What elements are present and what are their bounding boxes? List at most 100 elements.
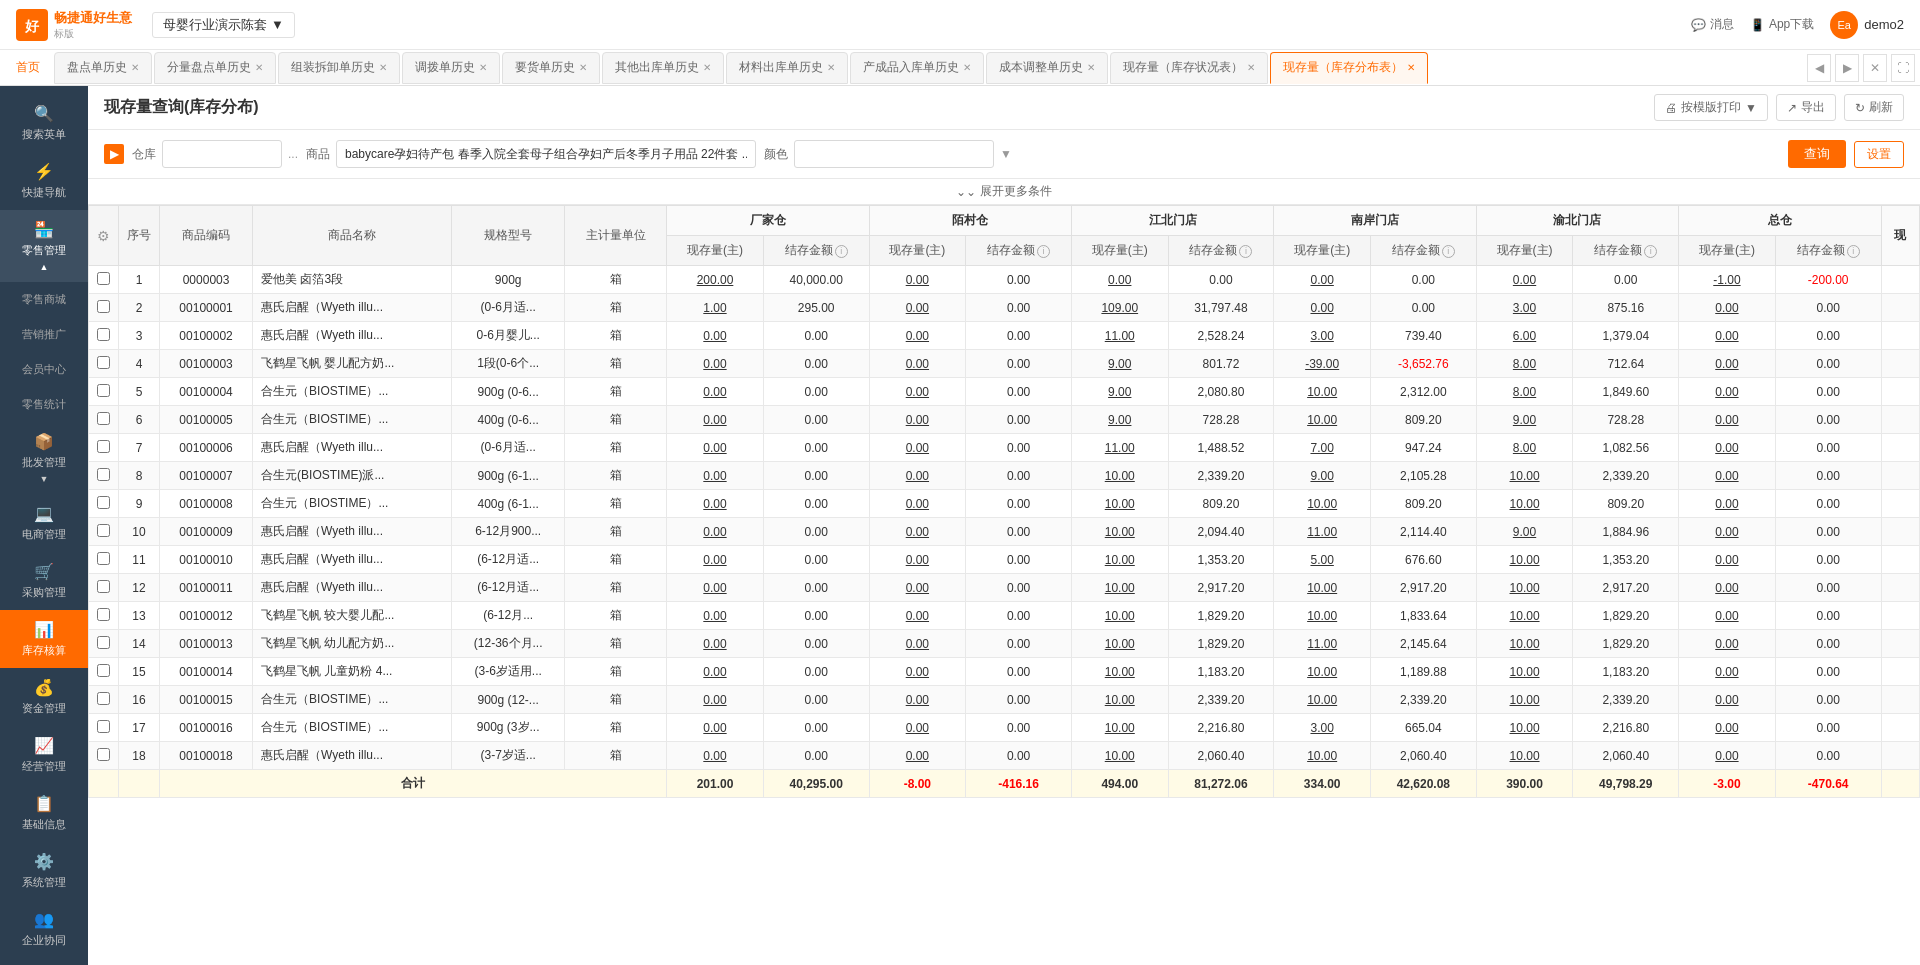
td-nanan-qty[interactable]: 10.00	[1274, 490, 1371, 518]
sidebar-item-finance[interactable]: 💰 资金管理	[0, 668, 88, 726]
info-icon[interactable]: i	[1847, 245, 1860, 258]
close-icon[interactable]: ✕	[579, 62, 587, 73]
td-zong-qty[interactable]: 0.00	[1679, 350, 1776, 378]
td-factory-qty[interactable]: 0.00	[667, 350, 764, 378]
export-btn[interactable]: ↗ 导出	[1776, 94, 1836, 121]
td-nanan-qty[interactable]: 11.00	[1274, 630, 1371, 658]
row-checkbox[interactable]	[97, 552, 110, 565]
td-jiangbei-qty[interactable]: 10.00	[1071, 742, 1168, 770]
td-jiangbei-qty[interactable]: 10.00	[1071, 658, 1168, 686]
row-checkbox[interactable]	[97, 636, 110, 649]
td-factory-qty[interactable]: 0.00	[667, 630, 764, 658]
td-zong-qty[interactable]: 0.00	[1679, 602, 1776, 630]
td-mocun-qty[interactable]: 0.00	[869, 266, 966, 294]
row-checkbox[interactable]	[97, 328, 110, 341]
sidebar-item-guide[interactable]: 🎯 新手引导	[0, 958, 88, 965]
td-nanan-qty[interactable]: 3.00	[1274, 322, 1371, 350]
td-zong-qty[interactable]: 0.00	[1679, 518, 1776, 546]
td-zong-qty[interactable]: 0.00	[1679, 686, 1776, 714]
td-zong-qty[interactable]: 0.00	[1679, 714, 1776, 742]
td-zong-qty[interactable]: -1.00	[1679, 266, 1776, 294]
sidebar-item-collab[interactable]: 👥 企业协同	[0, 900, 88, 958]
tab-panding[interactable]: 盘点单历史 ✕	[54, 52, 152, 84]
td-checkbox[interactable]	[89, 546, 119, 574]
tab-expand-btn[interactable]: ⛶	[1891, 54, 1915, 82]
td-yubei-qty[interactable]: 10.00	[1476, 490, 1573, 518]
td-yubei-qty[interactable]: 8.00	[1476, 378, 1573, 406]
row-checkbox[interactable]	[97, 720, 110, 733]
td-factory-qty[interactable]: 0.00	[667, 602, 764, 630]
row-checkbox[interactable]	[97, 300, 110, 313]
td-checkbox[interactable]	[89, 266, 119, 294]
td-factory-qty[interactable]: 1.00	[667, 294, 764, 322]
td-checkbox[interactable]	[89, 490, 119, 518]
sidebar-item-purchase[interactable]: 🛒 采购管理	[0, 552, 88, 610]
td-nanan-qty[interactable]: 10.00	[1274, 406, 1371, 434]
td-checkbox[interactable]	[89, 434, 119, 462]
filter-expand-btn[interactable]: ▶	[104, 144, 124, 164]
td-jiangbei-qty[interactable]: 10.00	[1071, 686, 1168, 714]
td-mocun-qty[interactable]: 0.00	[869, 686, 966, 714]
row-checkbox[interactable]	[97, 524, 110, 537]
tab-home[interactable]: 首页	[4, 52, 52, 84]
td-nanan-qty[interactable]: 10.00	[1274, 658, 1371, 686]
td-factory-qty[interactable]: 200.00	[667, 266, 764, 294]
td-yubei-qty[interactable]: 8.00	[1476, 434, 1573, 462]
td-yubei-qty[interactable]: 0.00	[1476, 266, 1573, 294]
td-factory-qty[interactable]: 0.00	[667, 574, 764, 602]
tab-yaohuo[interactable]: 要货单历史 ✕	[502, 52, 600, 84]
td-jiangbei-qty[interactable]: 10.00	[1071, 462, 1168, 490]
td-zong-qty[interactable]: 0.00	[1679, 490, 1776, 518]
tab-fenpanding[interactable]: 分量盘点单历史 ✕	[154, 52, 276, 84]
user-area[interactable]: Ea demo2	[1830, 11, 1904, 39]
td-zong-qty[interactable]: 0.00	[1679, 434, 1776, 462]
td-mocun-qty[interactable]: 0.00	[869, 434, 966, 462]
td-jiangbei-qty[interactable]: 10.00	[1071, 574, 1168, 602]
td-jiangbei-qty[interactable]: 10.00	[1071, 714, 1168, 742]
close-icon[interactable]: ✕	[827, 62, 835, 73]
tab-kuanzhuang[interactable]: 现存量（库存状况表） ✕	[1110, 52, 1268, 84]
info-icon[interactable]: i	[835, 245, 848, 258]
sidebar-item-basic[interactable]: 📋 基础信息	[0, 784, 88, 842]
td-nanan-qty[interactable]: 0.00	[1274, 294, 1371, 322]
td-zong-qty[interactable]: 0.00	[1679, 322, 1776, 350]
td-yubei-qty[interactable]: 10.00	[1476, 574, 1573, 602]
td-factory-qty[interactable]: 0.00	[667, 490, 764, 518]
td-checkbox[interactable]	[89, 658, 119, 686]
sidebar-item-shortcut[interactable]: ⚡ 快捷导航	[0, 152, 88, 210]
settings-icon[interactable]: ⚙	[97, 228, 110, 244]
td-zong-qty[interactable]: 0.00	[1679, 462, 1776, 490]
td-checkbox[interactable]	[89, 686, 119, 714]
td-jiangbei-qty[interactable]: 0.00	[1071, 266, 1168, 294]
tab-cailiao[interactable]: 材料出库单历史 ✕	[726, 52, 848, 84]
close-icon[interactable]: ✕	[1407, 62, 1415, 73]
td-checkbox[interactable]	[89, 294, 119, 322]
info-icon[interactable]: i	[1239, 245, 1252, 258]
row-checkbox[interactable]	[97, 440, 110, 453]
td-nanan-qty[interactable]: 3.00	[1274, 714, 1371, 742]
td-factory-qty[interactable]: 0.00	[667, 434, 764, 462]
td-mocun-qty[interactable]: 0.00	[869, 350, 966, 378]
td-nanan-qty[interactable]: -39.00	[1274, 350, 1371, 378]
td-nanan-qty[interactable]: 10.00	[1274, 574, 1371, 602]
refresh-btn[interactable]: ↻ 刷新	[1844, 94, 1904, 121]
industry-dropdown[interactable]: 母婴行业演示陈套 ▼	[152, 12, 295, 38]
td-checkbox[interactable]	[89, 630, 119, 658]
row-checkbox[interactable]	[97, 748, 110, 761]
td-jiangbei-qty[interactable]: 9.00	[1071, 350, 1168, 378]
td-mocun-qty[interactable]: 0.00	[869, 714, 966, 742]
print-btn[interactable]: 🖨 按模版打印 ▼	[1654, 94, 1768, 121]
td-factory-qty[interactable]: 0.00	[667, 742, 764, 770]
info-icon[interactable]: i	[1037, 245, 1050, 258]
row-checkbox[interactable]	[97, 496, 110, 509]
sidebar-item-search[interactable]: 🔍 搜索英单	[0, 94, 88, 152]
td-checkbox[interactable]	[89, 602, 119, 630]
sidebar-item-wholesale[interactable]: 📦 批发管理 ▼	[0, 422, 88, 494]
sidebar-item-inventory[interactable]: 📊 库存核算	[0, 610, 88, 668]
td-mocun-qty[interactable]: 0.00	[869, 546, 966, 574]
td-mocun-qty[interactable]: 0.00	[869, 630, 966, 658]
td-mocun-qty[interactable]: 0.00	[869, 742, 966, 770]
table-area[interactable]: ⚙ 序号 商品编码 商品名称 规格型号 主计量单位 厂家仓 陌村仓 江北门店 南…	[88, 205, 1920, 965]
td-nanan-qty[interactable]: 7.00	[1274, 434, 1371, 462]
tab-chengben[interactable]: 成本调整单历史 ✕	[986, 52, 1108, 84]
